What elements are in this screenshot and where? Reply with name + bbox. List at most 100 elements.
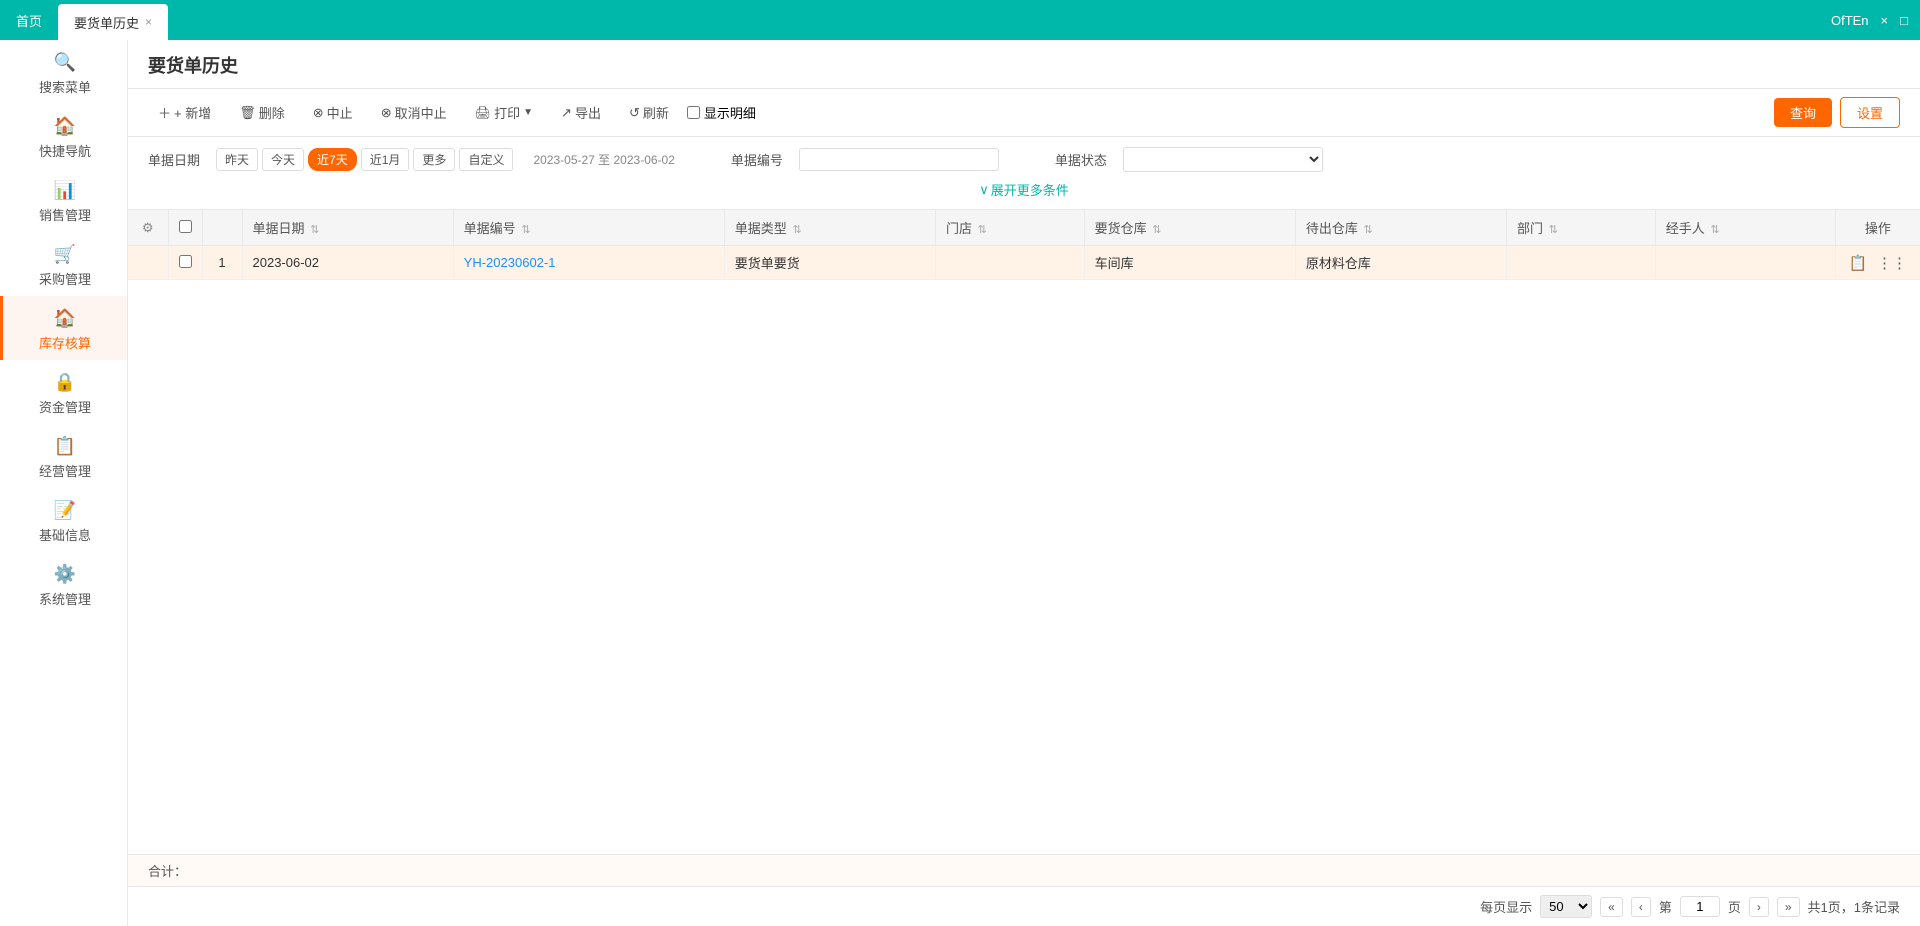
handler-col-header[interactable]: 经手人 ⇅ [1655, 210, 1835, 246]
row-checkbox-cell[interactable] [168, 246, 202, 280]
date-btn-7days[interactable]: 近7天 [308, 148, 357, 171]
delete-label: 删除 [259, 103, 285, 122]
date-btn-yesterday[interactable]: 昨天 [216, 148, 258, 171]
main-layout: 🔍 搜索菜单 🏠 快捷导航 📊 销售管理 🛒 采购管理 🏠 库存核算 🔒 资金管… [0, 40, 1920, 926]
content-area: 要货单历史 ＋ + 新增 🗑 删除 ⊗ 中止 ⊗ 取消中止 🖨 打印 [128, 40, 1920, 926]
refresh-button[interactable]: ↺ 刷新 [619, 99, 679, 126]
tab-bar: 首页 要货单历史 × [0, 0, 168, 40]
sidebar-item-search[interactable]: 🔍 搜索菜单 [0, 40, 127, 104]
table-area: ⚙ 单据日期 ⇅ 单据编号 ⇅ [128, 210, 1920, 854]
total-info: 共1页，1条记录 [1808, 897, 1900, 916]
first-page-btn[interactable]: « [1600, 897, 1623, 917]
date-btn-today[interactable]: 今天 [262, 148, 304, 171]
ops-col-header: 操作 [1835, 210, 1920, 246]
row-dept-cell [1507, 246, 1656, 280]
sidebar-item-inventory[interactable]: 🏠 库存核算 [0, 296, 127, 360]
print-dropdown-icon: ▼ [523, 107, 533, 118]
row-docno-link[interactable]: YH-20230602-1 [464, 255, 556, 270]
doc-no-input[interactable] [799, 148, 999, 171]
summary-label: 合计： [148, 861, 187, 880]
settings-col-header[interactable]: ⚙ [128, 210, 168, 246]
window-close-btn[interactable]: × [1881, 13, 1889, 28]
cancel-stop-label: 取消中止 [395, 103, 447, 122]
doctype-col-header[interactable]: 单据类型 ⇅ [724, 210, 935, 246]
close-tab-icon[interactable]: × [145, 15, 152, 29]
new-icon: ＋ [158, 103, 171, 122]
window-maximize-btn[interactable]: □ [1900, 13, 1908, 28]
sidebar-item-operations[interactable]: 📋 经营管理 [0, 424, 127, 488]
status-filter-label: 单据状态 [1055, 150, 1107, 169]
delete-button[interactable]: 🗑 删除 [229, 99, 295, 126]
date-buttons: 昨天 今天 近7天 近1月 更多 自定义 [216, 148, 513, 171]
sales-icon: 📊 [54, 180, 76, 201]
page-size-select[interactable]: 50 10 20 100 [1540, 895, 1592, 918]
print-label: 打印 [494, 103, 520, 122]
finance-icon: 🔒 [54, 372, 76, 393]
new-button[interactable]: ＋ + 新增 [148, 99, 221, 126]
row-date-cell: 2023-06-02 [242, 246, 453, 280]
date-btn-1month[interactable]: 近1月 [361, 148, 410, 171]
display-detail-checkbox-wrapper[interactable]: 显示明细 [687, 103, 756, 122]
expand-conditions-btn[interactable]: ∨ 展开更多条件 [979, 180, 1069, 199]
row-view-icon[interactable]: 📋 [1849, 255, 1868, 272]
sidebar-item-system[interactable]: ⚙️ 系统管理 [0, 552, 127, 616]
print-icon: 🖨 [475, 105, 492, 121]
settings-button[interactable]: 设置 [1840, 97, 1900, 128]
print-button[interactable]: 🖨 打印 ▼ [465, 99, 543, 126]
row-edit-icon[interactable]: ⋮⋮ [1877, 255, 1907, 272]
basic-info-icon: 📝 [54, 500, 76, 521]
date-btn-more[interactable]: 更多 [413, 148, 455, 171]
query-button[interactable]: 查询 [1774, 98, 1832, 127]
page-input[interactable] [1680, 896, 1720, 917]
dept-col-header[interactable]: 部门 ⇅ [1507, 210, 1656, 246]
prev-page-btn[interactable]: ‹ [1631, 897, 1651, 917]
date-sort-icon: ⇅ [310, 224, 319, 236]
export-button[interactable]: ↗ 导出 [551, 99, 611, 126]
status-select[interactable] [1123, 147, 1323, 172]
export-label: 导出 [575, 103, 601, 122]
display-detail-checkbox[interactable] [687, 106, 700, 119]
sidebar-quick-nav-label: 快捷导航 [39, 141, 91, 160]
select-all-checkbox[interactable] [179, 220, 192, 233]
row-checkbox[interactable] [179, 255, 192, 268]
docno-col-header[interactable]: 单据编号 ⇅ [453, 210, 724, 246]
search-icon: 🔍 [54, 52, 76, 73]
req-warehouse-col-header[interactable]: 要货仓库 ⇅ [1084, 210, 1295, 246]
sidebar-item-purchase[interactable]: 🛒 采购管理 [0, 232, 127, 296]
tab-requisition-history-label: 要货单历史 [74, 13, 139, 32]
req-warehouse-sort-icon: ⇅ [1152, 224, 1161, 236]
page-title: 要货单历史 [148, 52, 1900, 78]
sidebar-item-finance[interactable]: 🔒 资金管理 [0, 360, 127, 424]
sidebar-item-quick-nav[interactable]: 🏠 快捷导航 [0, 104, 127, 168]
next-page-btn[interactable]: › [1749, 897, 1769, 917]
row-doctype-cell: 要货单要货 [724, 246, 935, 280]
table-row[interactable]: 1 2023-06-02 YH-20230602-1 要货单要货 车间库 原材料… [128, 246, 1920, 280]
handler-sort-icon: ⇅ [1710, 224, 1719, 236]
sidebar-operations-label: 经营管理 [39, 461, 91, 480]
refresh-label: 刷新 [643, 103, 669, 122]
cancel-stop-button[interactable]: ⊗ 取消中止 [371, 99, 457, 126]
last-page-btn[interactable]: » [1777, 897, 1800, 917]
pending-warehouse-sort-icon: ⇅ [1363, 224, 1372, 236]
date-btn-custom[interactable]: 自定义 [459, 148, 513, 171]
row-docno-cell[interactable]: YH-20230602-1 [453, 246, 724, 280]
top-bar-right: OfTEn × □ [1831, 13, 1920, 28]
sidebar-item-basic-info[interactable]: 📝 基础信息 [0, 488, 127, 552]
num-col-header [202, 210, 242, 246]
date-col-header[interactable]: 单据日期 ⇅ [242, 210, 453, 246]
date-range-text: 2023-05-27 至 2023-06-02 [533, 151, 674, 168]
stop-button[interactable]: ⊗ 中止 [303, 99, 363, 126]
row-handler-cell [1655, 246, 1835, 280]
doc-no-filter-label: 单据编号 [731, 150, 783, 169]
purchase-icon: 🛒 [54, 244, 76, 265]
pending-warehouse-col-header[interactable]: 待出仓库 ⇅ [1295, 210, 1506, 246]
tab-home[interactable]: 首页 [0, 0, 58, 40]
tab-requisition-history[interactable]: 要货单历史 × [58, 4, 168, 40]
page-size-label: 每页显示 [1480, 897, 1532, 916]
chevron-down-icon: ∨ [979, 182, 989, 198]
page-label-after: 页 [1728, 897, 1741, 916]
sidebar-sales-label: 销售管理 [39, 205, 91, 224]
sidebar-item-sales[interactable]: 📊 销售管理 [0, 168, 127, 232]
doctype-sort-icon: ⇅ [792, 224, 801, 236]
store-col-header[interactable]: 门店 ⇅ [935, 210, 1084, 246]
